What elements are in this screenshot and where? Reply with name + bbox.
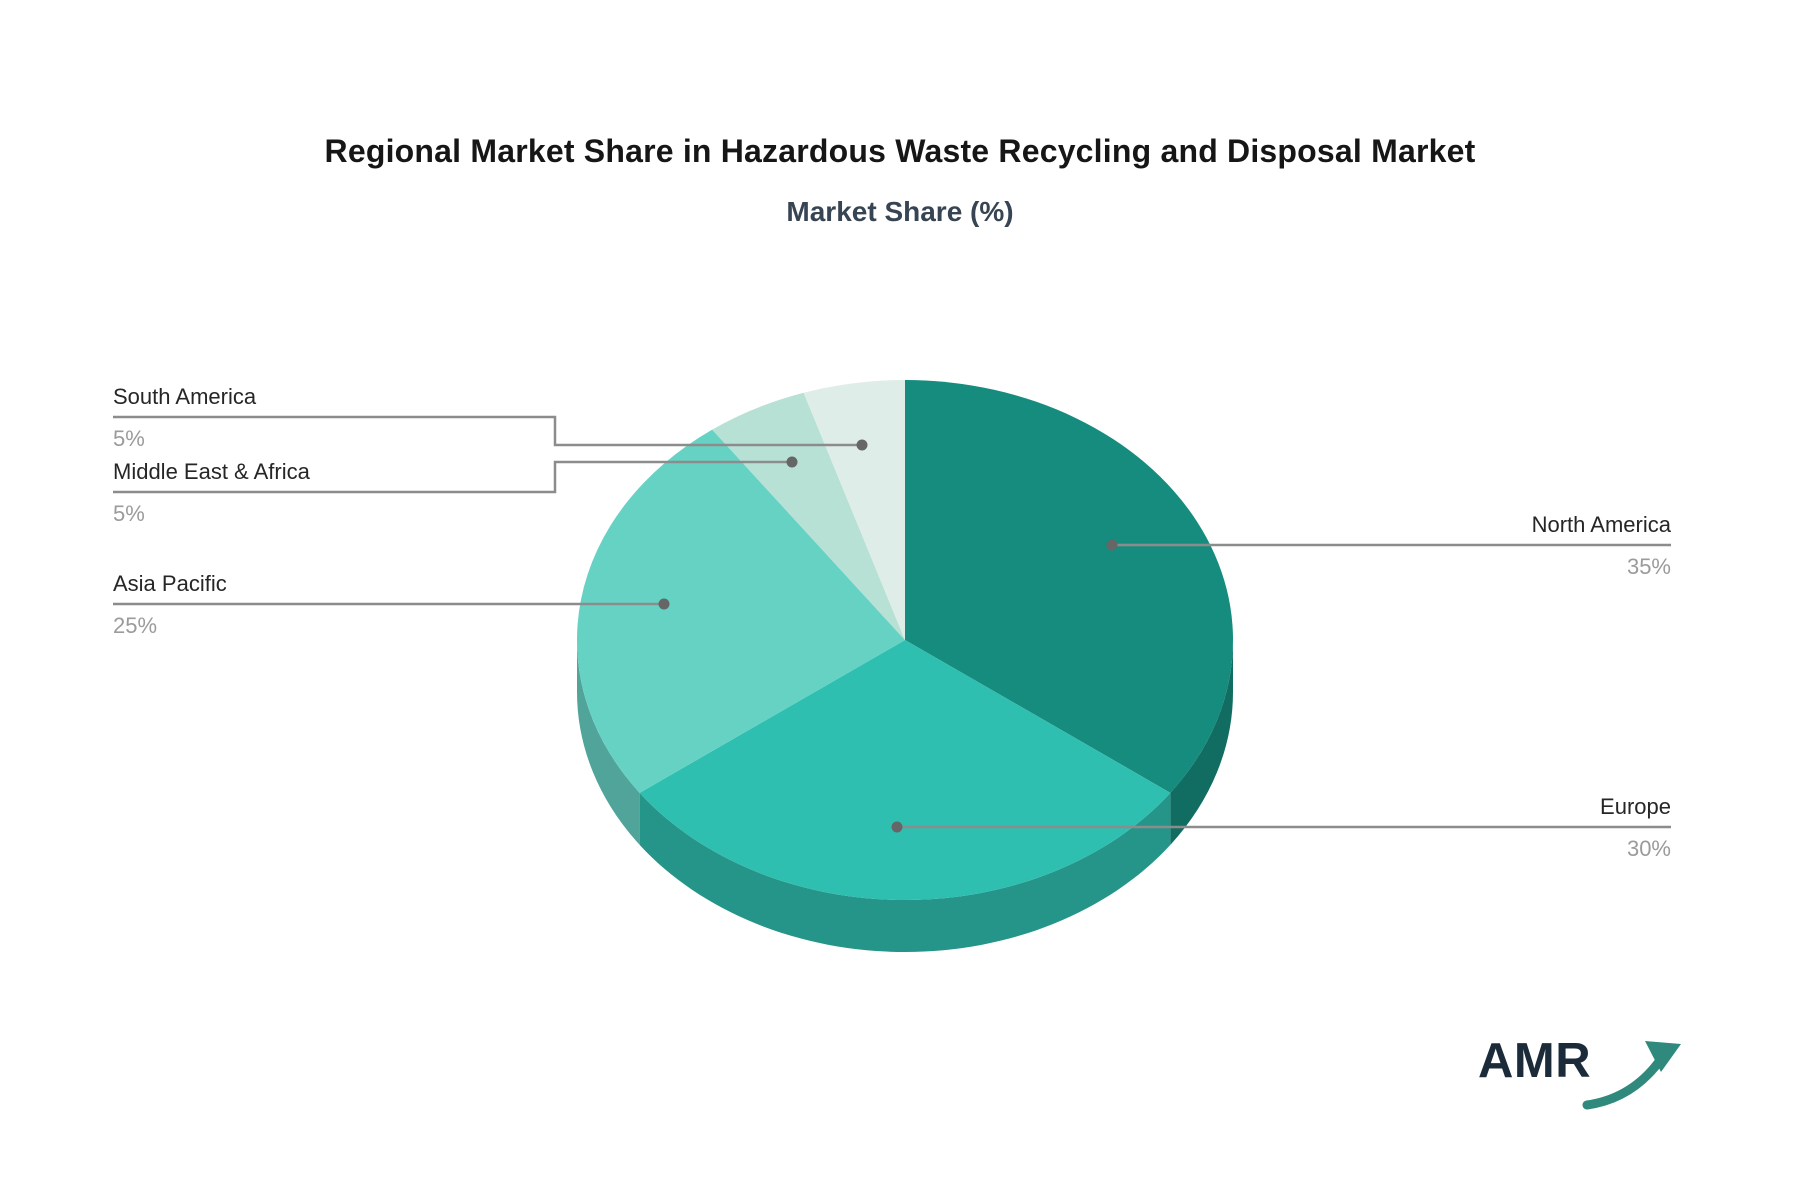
region-name: Asia Pacific — [113, 571, 227, 596]
growth-arrow-icon — [1582, 1041, 1681, 1110]
pie-chart — [113, 380, 1671, 952]
label-europe: Europe 30% — [1600, 794, 1671, 862]
amr-logo: AMR — [1478, 1033, 1681, 1113]
leader-dot-middle-east-and-africa — [786, 456, 798, 468]
region-value: 5% — [113, 426, 145, 451]
region-name: Middle East & Africa — [113, 459, 310, 484]
region-name: North America — [1531, 512, 1671, 537]
region-value: 5% — [113, 501, 145, 526]
region-value: 30% — [1626, 836, 1671, 861]
leader-dot-asia-pacific — [658, 598, 670, 610]
region-name: South America — [113, 384, 257, 409]
label-north-america: North America 35% — [1532, 512, 1671, 580]
label-middle-east-and-africa: Middle East & Africa 5% — [113, 459, 310, 527]
chart-canvas: Regional Market Share in Hazardous Waste… — [0, 0, 1800, 1196]
region-value: 35% — [1626, 554, 1671, 579]
leader-dot-europe — [891, 821, 903, 833]
leader-dot-south-america — [856, 439, 868, 451]
leader-dot-north-america — [1106, 539, 1118, 551]
region-value: 25% — [113, 613, 158, 638]
region-name: Europe — [1600, 794, 1671, 819]
label-asia-pacific: Asia Pacific 25% — [113, 571, 227, 639]
label-south-america: South America 5% — [113, 384, 256, 452]
amr-logo-text: AMR — [1478, 1034, 1592, 1088]
